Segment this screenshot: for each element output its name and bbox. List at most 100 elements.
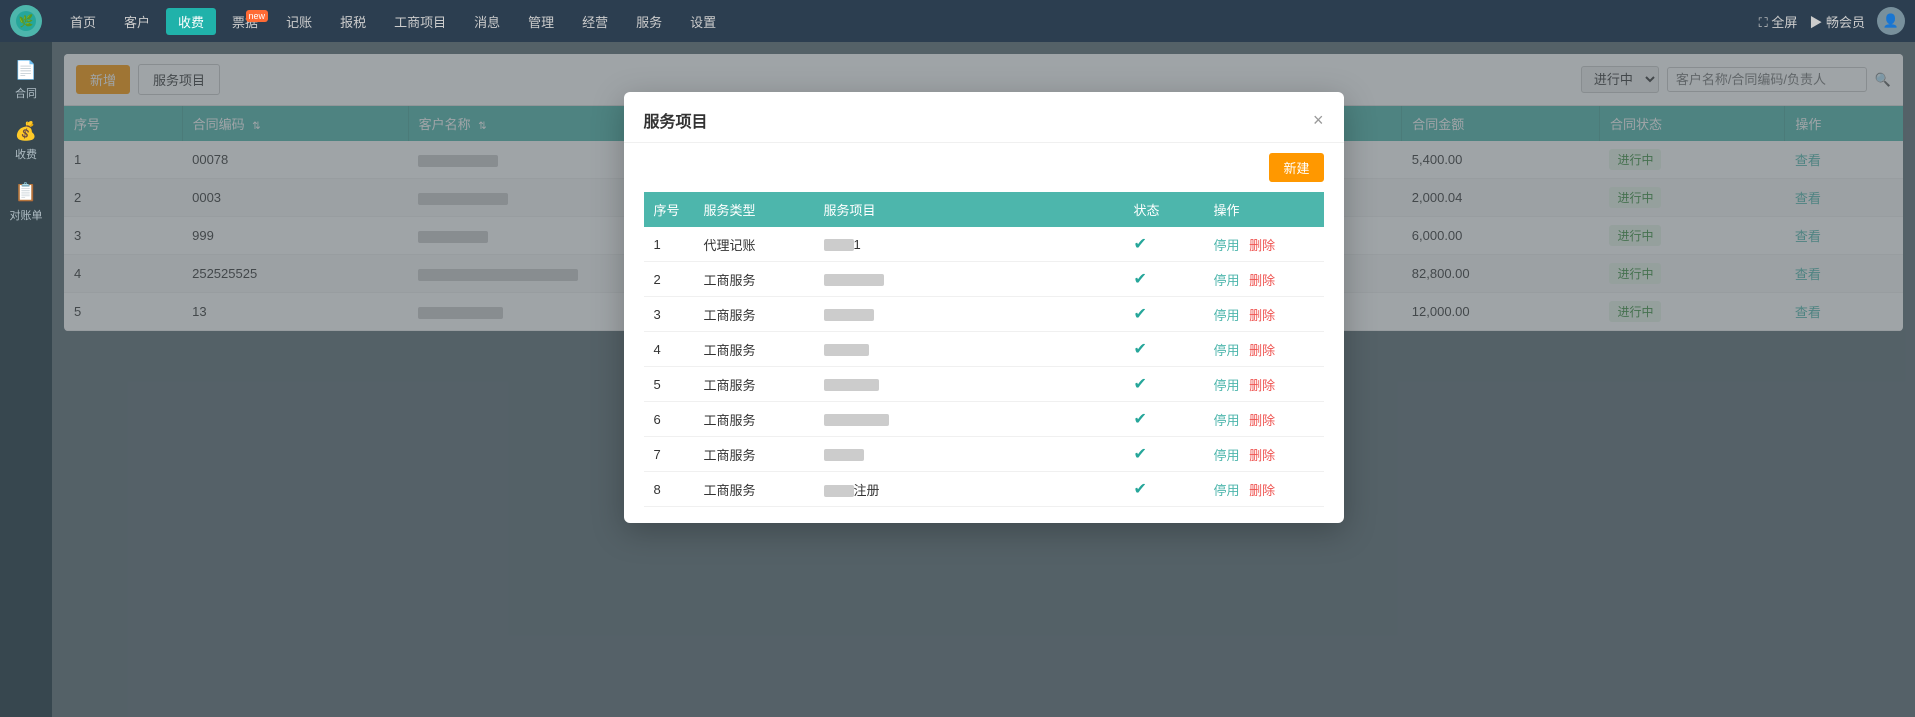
modal-cell-item: 注册: [814, 472, 1124, 507]
modal-table-row: 8 工商服务 注册 ✔ 停用 删除: [644, 472, 1324, 507]
modal-table-row: 1 代理记账 1 ✔ 停用 删除: [644, 227, 1324, 262]
modal-cell-type: 工商服务: [694, 332, 814, 367]
new-badge: new: [246, 10, 269, 22]
modal-col-type: 服务类型: [694, 192, 814, 227]
delete-button[interactable]: 删除: [1249, 483, 1275, 498]
modal-table-row: 3 工商服务 ✔ 停用 删除: [644, 297, 1324, 332]
modal-cell-seq: 7: [644, 437, 694, 472]
stop-button[interactable]: 停用: [1214, 273, 1240, 288]
modal-table-row: 6 工商服务 ✔ 停用 删除: [644, 402, 1324, 437]
modal-cell-type: 工商服务: [694, 437, 814, 472]
nav-accounting[interactable]: 记账: [274, 8, 324, 35]
sidebar-item-contract[interactable]: 📄 合同: [2, 52, 50, 109]
modal-cell-status: ✔: [1124, 297, 1204, 332]
content-area: 新增 服务项目 进行中 已完成 已停止 🔍 序号 合同编码 ⇅: [52, 42, 1915, 717]
modal-cell-seq: 3: [644, 297, 694, 332]
modal-cell-type: 工商服务: [694, 262, 814, 297]
modal-table-row: 4 工商服务 ✔ 停用 删除: [644, 332, 1324, 367]
stop-button[interactable]: 停用: [1214, 483, 1240, 498]
modal-col-action: 操作: [1204, 192, 1324, 227]
modal-cell-item: [814, 367, 1124, 402]
sidebar-item-fee[interactable]: 💰 收费: [2, 113, 50, 170]
modal-cell-type: 工商服务: [694, 297, 814, 332]
nav-industry[interactable]: 工商项目: [382, 8, 458, 35]
delete-button[interactable]: 删除: [1249, 378, 1275, 393]
app-logo: 🌿: [10, 5, 42, 37]
nav-message[interactable]: 消息: [462, 8, 512, 35]
modal-close-button[interactable]: ×: [1313, 111, 1324, 129]
modal-cell-action: 停用 删除: [1204, 227, 1324, 262]
modal-cell-status: ✔: [1124, 402, 1204, 437]
modal-cell-item: [814, 437, 1124, 472]
stop-button[interactable]: 停用: [1214, 448, 1240, 463]
modal-cell-item: [814, 402, 1124, 437]
modal-cell-status: ✔: [1124, 437, 1204, 472]
stop-button[interactable]: 停用: [1214, 378, 1240, 393]
user-avatar[interactable]: 👤: [1877, 7, 1905, 35]
nav-manage[interactable]: 管理: [516, 8, 566, 35]
modal-cell-action: 停用 删除: [1204, 472, 1324, 507]
sidebar-item-reconciliation[interactable]: 📋 对账单: [2, 174, 50, 231]
delete-button[interactable]: 删除: [1249, 238, 1275, 253]
modal-cell-type: 工商服务: [694, 402, 814, 437]
modal-cell-seq: 1: [644, 227, 694, 262]
modal-cell-status: ✔: [1124, 332, 1204, 367]
nav-business[interactable]: 经营: [570, 8, 620, 35]
service-item-modal: 服务项目 × 新建 序号 服务类型 服务项目 状态 操作: [624, 92, 1344, 523]
sidebar-label-reconciliation: 对账单: [10, 207, 43, 223]
sidebar-label-fee: 收费: [15, 146, 37, 162]
modal-cell-item: [814, 332, 1124, 367]
nav-bill[interactable]: 票据 new: [220, 8, 270, 35]
fee-icon: 💰: [15, 121, 37, 142]
nav-fee[interactable]: 收费: [166, 8, 216, 35]
modal-cell-status: ✔: [1124, 262, 1204, 297]
modal-cell-type: 代理记账: [694, 227, 814, 262]
modal-col-seq: 序号: [644, 192, 694, 227]
nav-service[interactable]: 服务: [624, 8, 674, 35]
delete-button[interactable]: 删除: [1249, 308, 1275, 323]
delete-button[interactable]: 删除: [1249, 343, 1275, 358]
nav-settings[interactable]: 设置: [678, 8, 728, 35]
vip-button[interactable]: ▶ 畅会员: [1809, 12, 1865, 31]
modal-cell-item: 1: [814, 227, 1124, 262]
stop-button[interactable]: 停用: [1214, 308, 1240, 323]
stop-button[interactable]: 停用: [1214, 343, 1240, 358]
modal-cell-action: 停用 删除: [1204, 402, 1324, 437]
modal-col-item: 服务项目: [814, 192, 1124, 227]
modal-table-row: 7 工商服务 ✔ 停用 删除: [644, 437, 1324, 472]
nav-tax[interactable]: 报税: [328, 8, 378, 35]
modal-cell-action: 停用 删除: [1204, 297, 1324, 332]
contract-icon: 📄: [15, 60, 37, 81]
modal-cell-status: ✔: [1124, 227, 1204, 262]
delete-button[interactable]: 删除: [1249, 413, 1275, 428]
nav-home[interactable]: 首页: [58, 8, 108, 35]
service-table: 序号 服务类型 服务项目 状态 操作 1 代理记账 1 ✔: [644, 192, 1324, 507]
modal-cell-action: 停用 删除: [1204, 332, 1324, 367]
modal-cell-item: [814, 297, 1124, 332]
delete-button[interactable]: 删除: [1249, 448, 1275, 463]
modal-toolbar: 新建: [624, 143, 1344, 192]
modal-title: 服务项目: [644, 108, 708, 132]
modal-cell-seq: 6: [644, 402, 694, 437]
modal-cell-type: 工商服务: [694, 367, 814, 402]
modal-col-status: 状态: [1124, 192, 1204, 227]
fullscreen-button[interactable]: ⛶ 全屏: [1759, 12, 1798, 31]
modal-cell-seq: 5: [644, 367, 694, 402]
modal-new-button[interactable]: 新建: [1269, 153, 1323, 182]
modal-table-row: 2 工商服务 ✔ 停用 删除: [644, 262, 1324, 297]
modal-cell-type: 工商服务: [694, 472, 814, 507]
main-layout: 📄 合同 💰 收费 📋 对账单 新增 服务项目 进行中 已完成 已停止: [0, 42, 1915, 717]
modal-cell-status: ✔: [1124, 367, 1204, 402]
nav-right-area: ⛶ 全屏 ▶ 畅会员 👤: [1759, 7, 1905, 35]
stop-button[interactable]: 停用: [1214, 413, 1240, 428]
modal-cell-action: 停用 删除: [1204, 367, 1324, 402]
stop-button[interactable]: 停用: [1214, 238, 1240, 253]
modal-header: 服务项目 ×: [624, 92, 1344, 143]
modal-cell-action: 停用 删除: [1204, 262, 1324, 297]
modal-cell-seq: 2: [644, 262, 694, 297]
delete-button[interactable]: 删除: [1249, 273, 1275, 288]
modal-table-row: 5 工商服务 ✔ 停用 删除: [644, 367, 1324, 402]
nav-customer[interactable]: 客户: [112, 8, 162, 35]
svg-text:🌿: 🌿: [19, 14, 34, 28]
nav-menu: 首页 客户 收费 票据 new 记账 报税 工商项目 消息 管理 经营 服务 设…: [58, 8, 1759, 35]
